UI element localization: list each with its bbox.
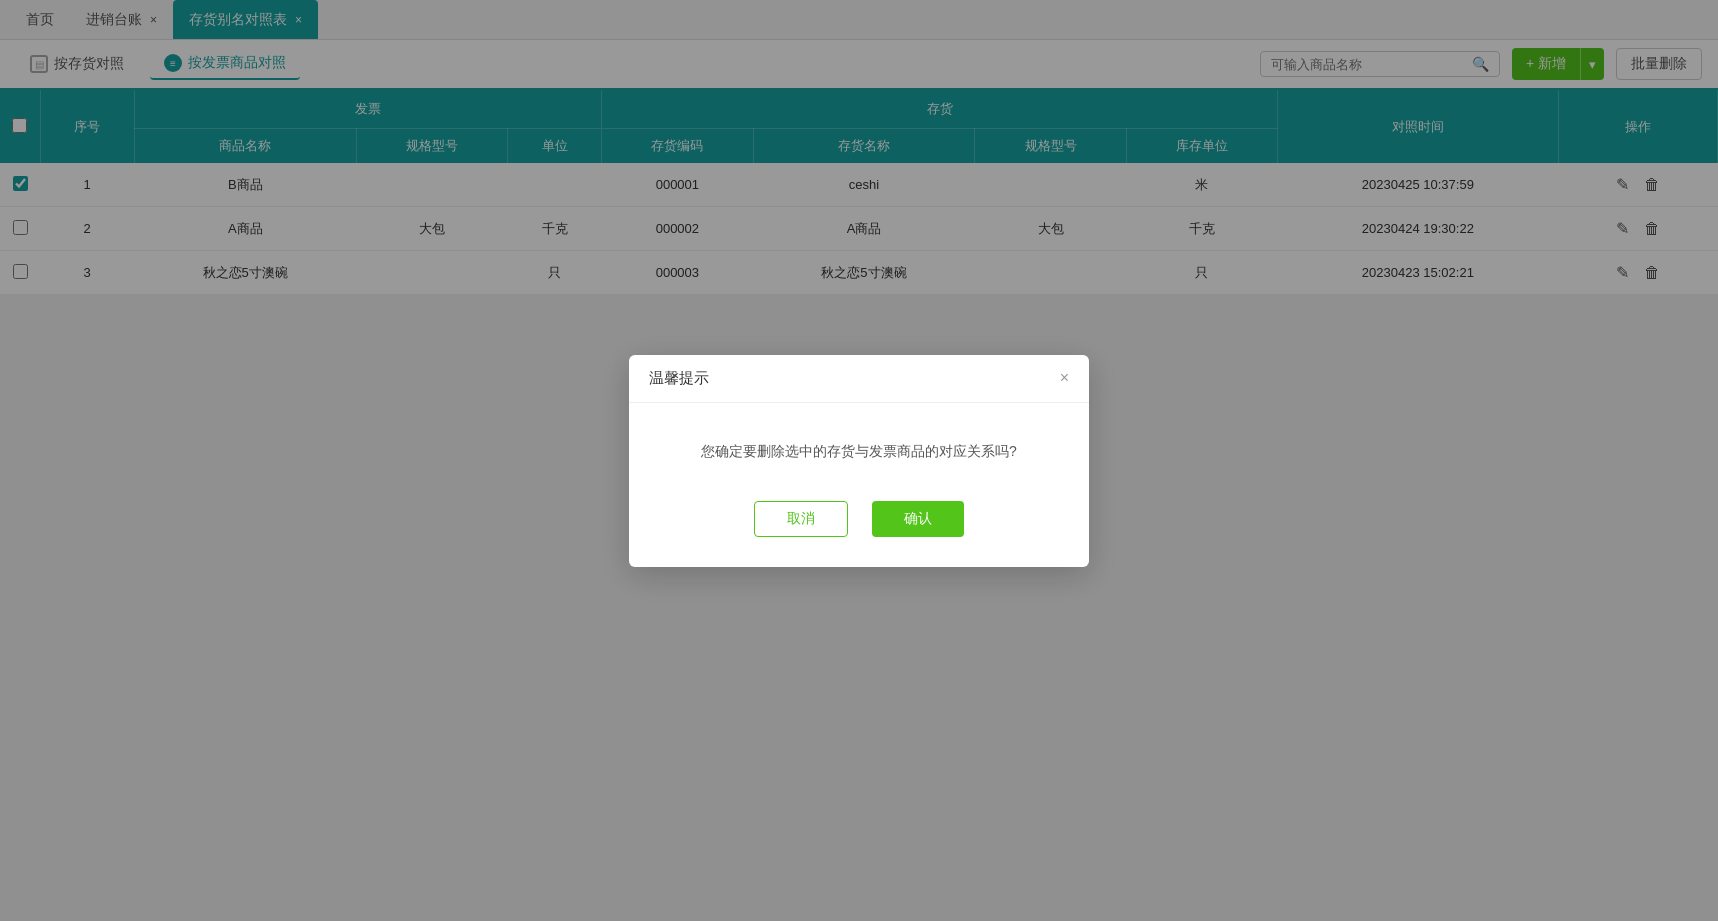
- overlay: 温馨提示 × 您确定要删除选中的存货与发票商品的对应关系吗? 取消 确认: [0, 0, 1718, 295]
